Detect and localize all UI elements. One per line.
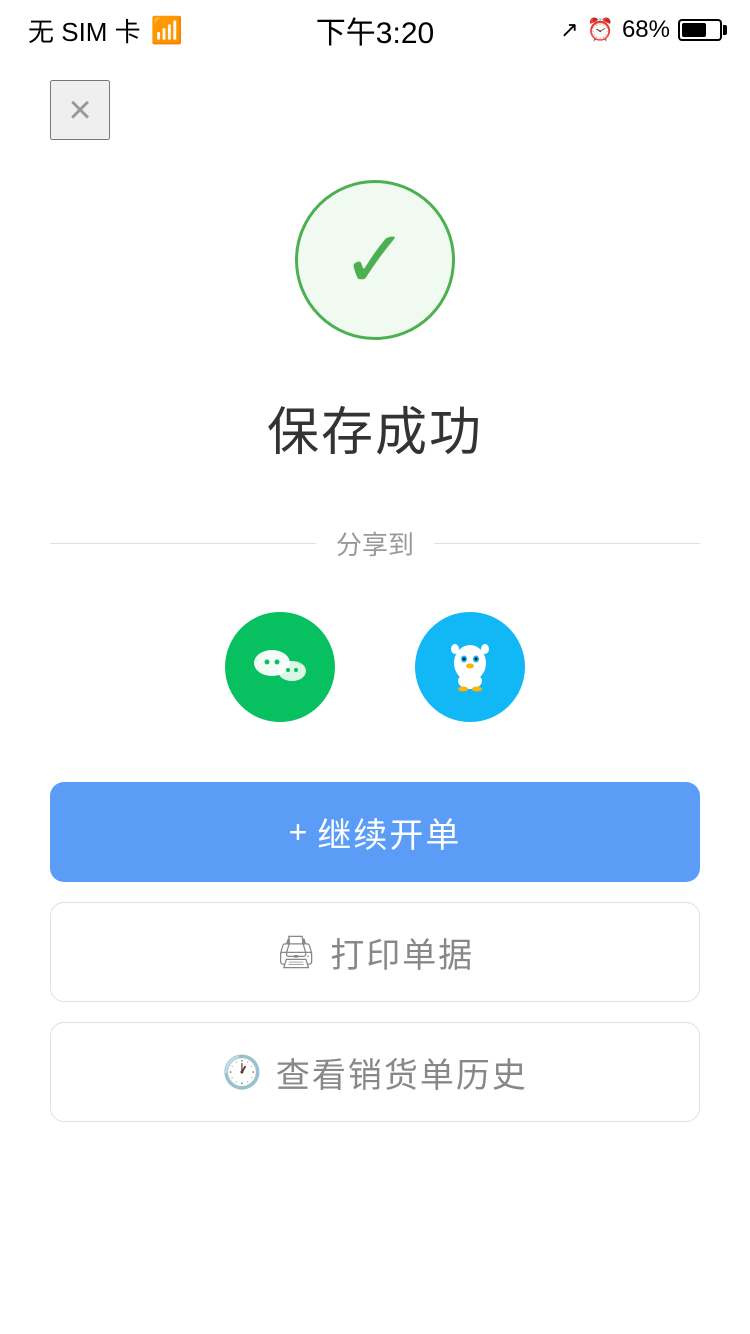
battery-percent: 68% (622, 16, 670, 44)
qq-icon (438, 635, 502, 699)
close-icon: × (68, 90, 91, 130)
continue-order-button[interactable]: + 继续开单 (50, 782, 700, 882)
continue-order-label: 继续开单 (317, 808, 461, 857)
location-icon: ↗ (560, 17, 578, 43)
status-bar: 无 SIM 卡 📶 下午3:20 ↗ ⏰ 68% (0, 0, 750, 60)
history-button[interactable]: 🕐 查看销货单历史 (50, 1022, 700, 1122)
battery-fill (682, 23, 706, 37)
success-title: 保存成功 (267, 390, 483, 465)
share-divider: 分享到 (50, 525, 700, 562)
history-label: 查看销货单历史 (276, 1048, 528, 1097)
plus-icon: + (289, 814, 310, 851)
wechat-icon (248, 635, 312, 699)
battery-icon (678, 19, 722, 41)
status-time: 下午3:20 (316, 8, 434, 52)
main-content: × ✓ 保存成功 分享到 (0, 60, 750, 1142)
alarm-icon: ⏰ (587, 17, 614, 43)
print-label: 打印单据 (330, 928, 474, 977)
status-left: 无 SIM 卡 📶 (28, 12, 183, 49)
print-button[interactable]: 🖨 打印单据 (50, 902, 700, 1002)
status-right: ↗ ⏰ 68% (560, 16, 722, 44)
history-icon: 🕐 (222, 1053, 264, 1091)
no-sim-text: 无 SIM 卡 (28, 12, 141, 49)
checkmark-icon: ✓ (341, 220, 408, 300)
print-icon: 🖨 (276, 933, 319, 971)
qq-share-button[interactable] (415, 612, 525, 722)
share-icons (50, 612, 700, 722)
action-buttons: + 继续开单 🖨 打印单据 🕐 查看销货单历史 (50, 782, 700, 1122)
close-button[interactable]: × (50, 80, 110, 140)
share-label: 分享到 (336, 525, 414, 562)
wifi-icon: 📶 (151, 15, 183, 46)
success-circle: ✓ (295, 180, 455, 340)
share-section: 分享到 (50, 525, 700, 722)
wechat-share-button[interactable] (225, 612, 335, 722)
